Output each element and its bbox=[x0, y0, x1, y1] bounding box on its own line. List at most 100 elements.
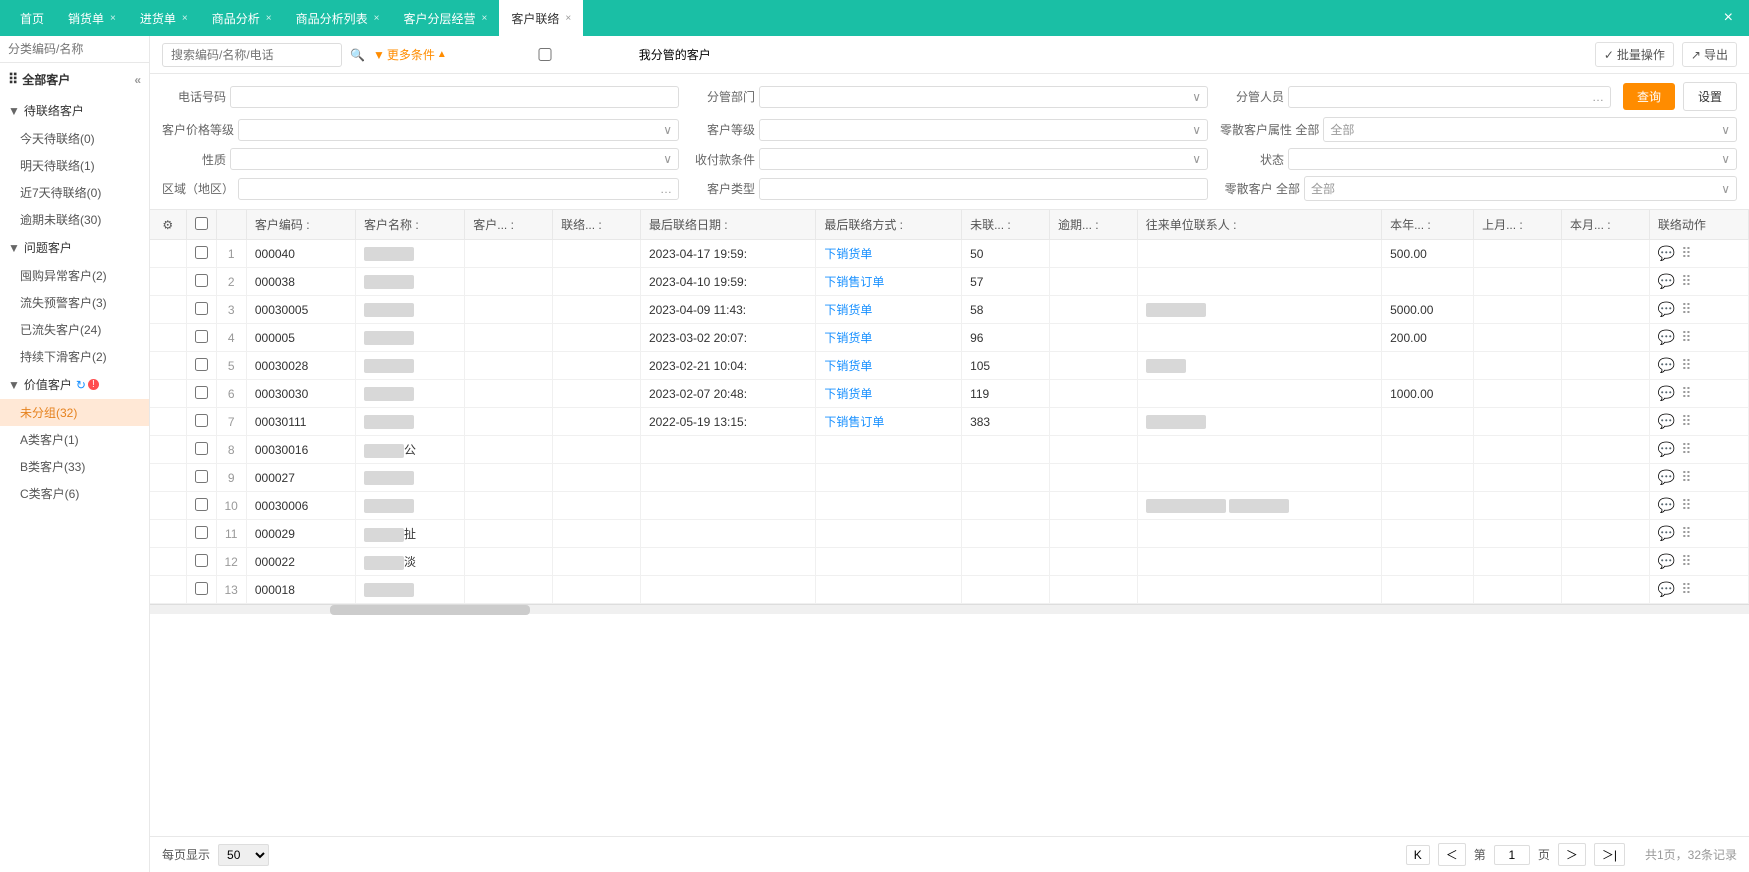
price-level-select[interactable]: ∨ bbox=[238, 119, 679, 141]
col-code[interactable]: 客户编码 : bbox=[246, 210, 355, 240]
nav-product-analysis[interactable]: 商品分析 × bbox=[200, 0, 284, 36]
col-contact[interactable]: 联络... : bbox=[553, 210, 641, 240]
grid-icon[interactable]: ⠿ bbox=[1681, 581, 1691, 598]
grid-icon[interactable]: ⠿ bbox=[1681, 469, 1691, 486]
chat-icon[interactable]: 💬 bbox=[1658, 329, 1675, 346]
window-close[interactable]: × bbox=[1716, 9, 1741, 27]
payment-select[interactable]: ∨ bbox=[759, 148, 1208, 170]
row-last-method[interactable] bbox=[816, 576, 962, 604]
sidebar-all-customers[interactable]: ⠿ 全部客户 « bbox=[0, 63, 149, 96]
nav-product-list-close[interactable]: × bbox=[374, 13, 380, 24]
nav-product-analysis-close[interactable]: × bbox=[266, 13, 272, 24]
col-last-date[interactable]: 最后联络日期 : bbox=[640, 210, 815, 240]
contact-method-link[interactable]: 下销售订单 bbox=[824, 415, 884, 429]
sidebar-group-value[interactable]: ▼ 价值客户 ↻ ! bbox=[0, 370, 149, 399]
col-unit-contact[interactable]: 往来单位联系人 : bbox=[1137, 210, 1381, 240]
my-customers-checkbox[interactable]: 我分管的客户 bbox=[455, 46, 711, 63]
col-overdue[interactable]: 逾期... : bbox=[1049, 210, 1137, 240]
export-btn[interactable]: ↗ 导出 bbox=[1682, 42, 1737, 67]
region-select[interactable]: … bbox=[238, 178, 679, 200]
customer-level-select[interactable]: ∨ bbox=[759, 119, 1208, 141]
chat-icon[interactable]: 💬 bbox=[1658, 553, 1675, 570]
row-check[interactable] bbox=[186, 380, 216, 408]
row-last-method[interactable]: 下销货单 bbox=[816, 380, 962, 408]
chat-icon[interactable]: 💬 bbox=[1658, 357, 1675, 374]
my-customers-check[interactable] bbox=[455, 48, 635, 61]
sidebar-group-problem[interactable]: ▼ 问题客户 bbox=[0, 233, 149, 262]
nav-customer-contact[interactable]: 客户联络 × bbox=[499, 0, 583, 36]
contact-method-link[interactable]: 下销货单 bbox=[824, 331, 872, 345]
col-last-method[interactable]: 最后联络方式 : bbox=[816, 210, 962, 240]
chat-icon[interactable]: 💬 bbox=[1658, 413, 1675, 430]
col-check[interactable] bbox=[186, 210, 216, 240]
nav-sales[interactable]: 销货单 × bbox=[56, 0, 128, 36]
row-last-method[interactable]: 下销售订单 bbox=[816, 268, 962, 296]
row-check[interactable] bbox=[186, 408, 216, 436]
query-btn[interactable]: 查询 bbox=[1623, 83, 1675, 110]
batch-op-btn[interactable]: ✓ 批量操作 bbox=[1595, 42, 1674, 67]
row-last-method[interactable] bbox=[816, 492, 962, 520]
contact-method-link[interactable]: 下销货单 bbox=[824, 303, 872, 317]
row-check[interactable] bbox=[186, 240, 216, 268]
grid-icon[interactable]: ⠿ bbox=[1681, 245, 1691, 262]
col-this-year[interactable]: 本年... : bbox=[1382, 210, 1474, 240]
grid-icon[interactable]: ⠿ bbox=[1681, 329, 1691, 346]
nav-product-list[interactable]: 商品分析列表 × bbox=[284, 0, 392, 36]
row-last-method[interactable]: 下销货单 bbox=[816, 296, 962, 324]
row-last-method[interactable]: 下销售订单 bbox=[816, 408, 962, 436]
grid-icon[interactable]: ⠿ bbox=[1681, 497, 1691, 514]
sidebar-item-churned[interactable]: 已流失客户(24) bbox=[0, 316, 149, 343]
more-conditions-btn[interactable]: ▼ 更多条件 ▲ bbox=[373, 46, 447, 63]
page-input[interactable] bbox=[1494, 845, 1530, 865]
row-check[interactable] bbox=[186, 520, 216, 548]
prev-page-btn[interactable]: ＜ bbox=[1438, 843, 1466, 866]
sidebar-item-ungroup[interactable]: 未分组(32) bbox=[0, 399, 149, 426]
chat-icon[interactable]: 💬 bbox=[1658, 525, 1675, 542]
row-check[interactable] bbox=[186, 352, 216, 380]
row-check[interactable] bbox=[186, 324, 216, 352]
sidebar-search-input[interactable] bbox=[8, 42, 150, 56]
per-page-select[interactable]: 50 100 bbox=[218, 844, 269, 866]
dept-select[interactable]: ∨ bbox=[759, 86, 1208, 108]
reset-btn[interactable]: 设置 bbox=[1683, 82, 1737, 111]
phone-input[interactable] bbox=[230, 86, 679, 108]
grid-icon[interactable]: ⠿ bbox=[1681, 301, 1691, 318]
grid-icon[interactable]: ⠿ bbox=[1681, 385, 1691, 402]
row-check[interactable] bbox=[186, 268, 216, 296]
row-check[interactable] bbox=[186, 464, 216, 492]
nav-customer-tier-close[interactable]: × bbox=[481, 13, 487, 24]
nav-purchase[interactable]: 进货单 × bbox=[128, 0, 200, 36]
sidebar-item-hoarding[interactable]: 囤购异常客户(2) bbox=[0, 262, 149, 289]
grid-icon[interactable]: ⠿ bbox=[1681, 273, 1691, 290]
sidebar-item-today[interactable]: 今天待联络(0) bbox=[0, 125, 149, 152]
select-all-check[interactable] bbox=[195, 217, 208, 230]
row-check[interactable] bbox=[186, 296, 216, 324]
status-select[interactable]: ∨ bbox=[1288, 148, 1737, 170]
nature-select[interactable]: ∨ bbox=[230, 148, 679, 170]
row-last-method[interactable]: 下销货单 bbox=[816, 240, 962, 268]
sidebar-group-pending[interactable]: ▼ 待联络客户 bbox=[0, 96, 149, 125]
sidebar-item-tomorrow[interactable]: 明天待联络(1) bbox=[0, 152, 149, 179]
chat-icon[interactable]: 💬 bbox=[1658, 441, 1675, 458]
customer-type-input[interactable] bbox=[759, 178, 1208, 200]
horizontal-scrollbar[interactable] bbox=[150, 604, 1749, 614]
row-last-method[interactable]: 下销货单 bbox=[816, 352, 962, 380]
row-check[interactable] bbox=[186, 492, 216, 520]
nav-home[interactable]: 首页 bbox=[8, 0, 56, 36]
col-name[interactable]: 客户名称 : bbox=[356, 210, 465, 240]
grid-icon[interactable]: ⠿ bbox=[1681, 357, 1691, 374]
col-this-month[interactable]: 本月... : bbox=[1561, 210, 1649, 240]
manager-select[interactable]: … bbox=[1288, 86, 1611, 108]
col-last-month[interactable]: 上月... : bbox=[1474, 210, 1562, 240]
contact-method-link[interactable]: 下销货单 bbox=[824, 247, 872, 261]
col-not-contacted[interactable]: 未联... : bbox=[962, 210, 1050, 240]
row-check[interactable] bbox=[186, 548, 216, 576]
nav-customer-contact-close[interactable]: × bbox=[565, 13, 571, 24]
first-page-btn[interactable]: K bbox=[1406, 845, 1430, 865]
sidebar-item-overdue[interactable]: 逾期未联络(30) bbox=[0, 206, 149, 233]
sidebar-item-class-c[interactable]: C类客户(6) bbox=[0, 480, 149, 507]
sidebar-item-class-a[interactable]: A类客户(1) bbox=[0, 426, 149, 453]
row-last-method[interactable] bbox=[816, 464, 962, 492]
contact-method-link[interactable]: 下销售订单 bbox=[824, 275, 884, 289]
grid-icon[interactable]: ⠿ bbox=[1681, 525, 1691, 542]
